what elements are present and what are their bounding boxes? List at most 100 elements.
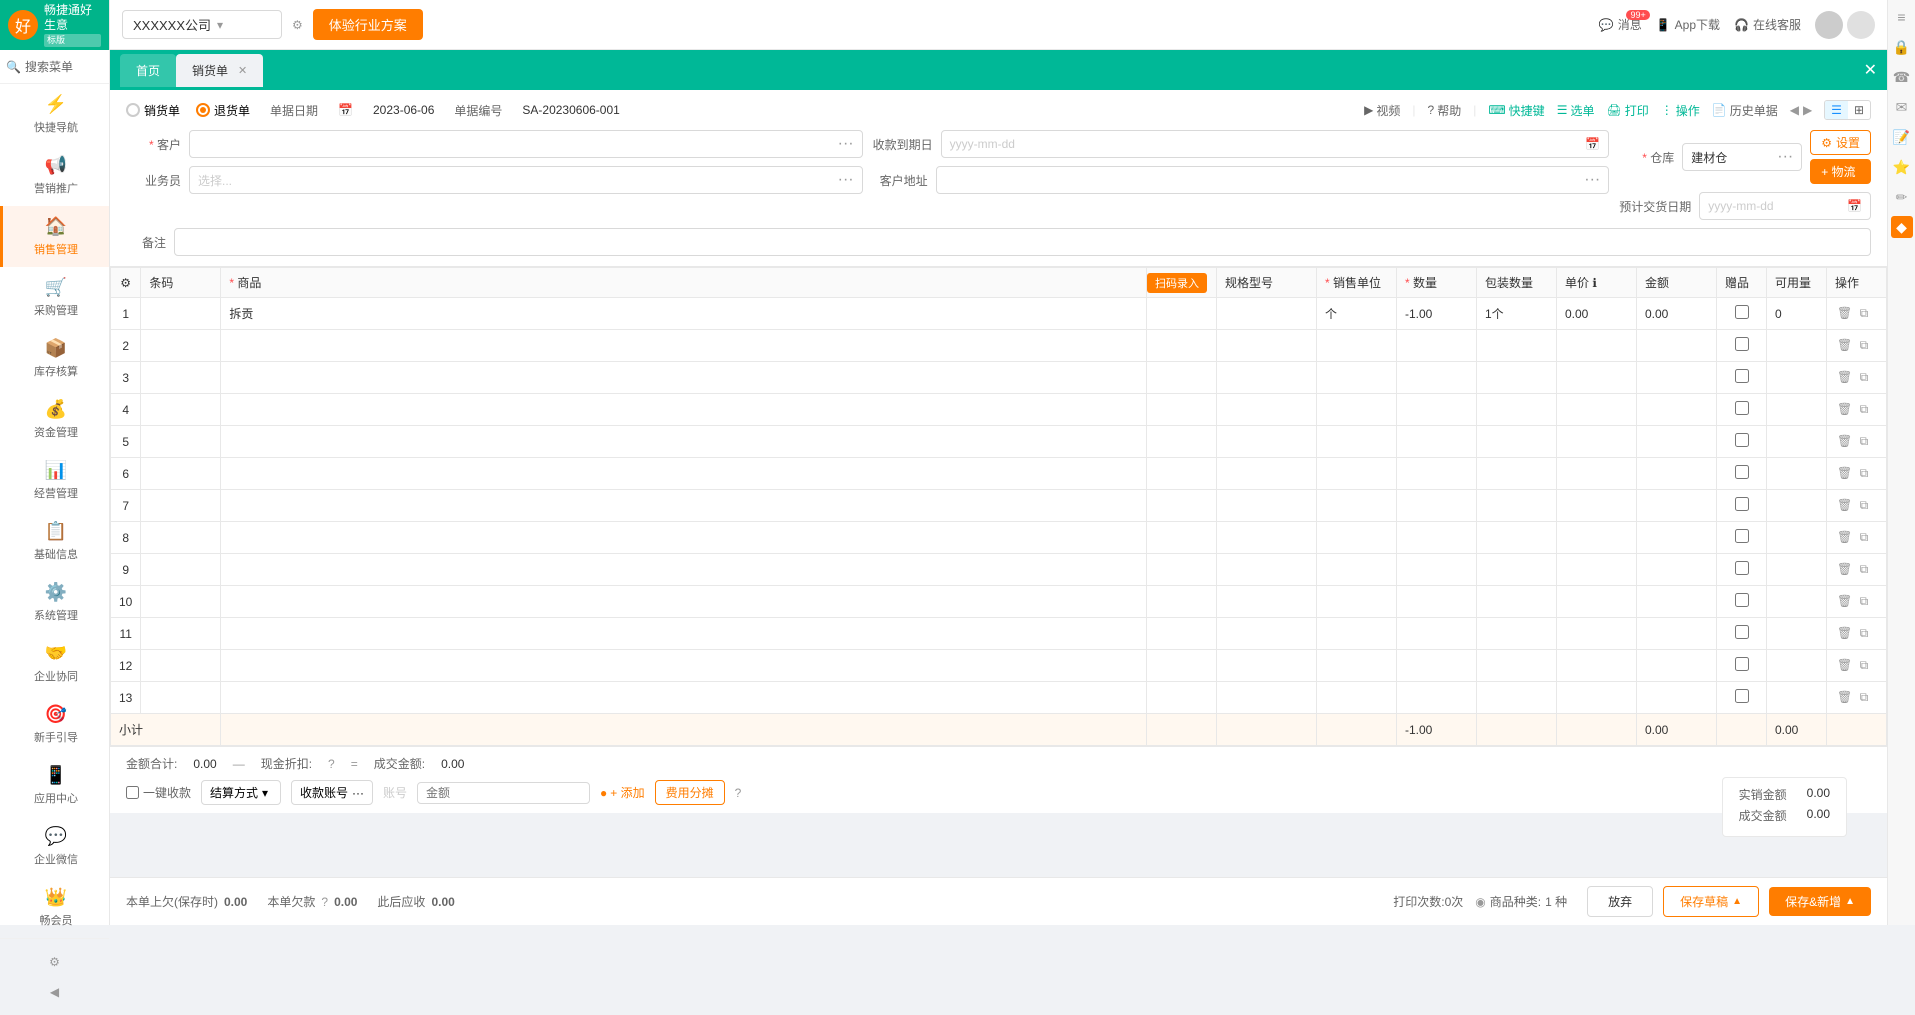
delete-icon[interactable]: 🗑 [1837, 402, 1852, 416]
user-avatar2[interactable] [1847, 11, 1875, 39]
cell-quantity[interactable] [1397, 682, 1477, 714]
cell-barcode[interactable] [141, 394, 221, 426]
cell-unit[interactable] [1317, 458, 1397, 490]
th-settings[interactable]: ⚙ [111, 268, 141, 298]
cell-amount[interactable] [1637, 522, 1717, 554]
expected-date-input[interactable]: yyyy-mm-dd 📅 [1699, 192, 1871, 220]
toolbar-print[interactable]: 🖨 打印 [1606, 102, 1648, 119]
search-menu[interactable]: 🔍 搜索菜单 [0, 50, 109, 84]
cell-pack-qty[interactable] [1477, 394, 1557, 426]
delete-icon[interactable]: 🗑 [1837, 498, 1852, 512]
cell-amount[interactable]: 0.00 [1637, 298, 1717, 330]
copy-icon[interactable]: ⧉ [1860, 434, 1869, 448]
rp-item-7[interactable]: ✏ [1891, 186, 1913, 208]
cell-unit[interactable] [1317, 554, 1397, 586]
rp-item-4[interactable]: ✉ [1891, 96, 1913, 118]
cell-pack-qty[interactable] [1477, 330, 1557, 362]
cell-pack-qty[interactable] [1477, 618, 1557, 650]
cell-amount[interactable] [1637, 650, 1717, 682]
cell-barcode[interactable] [141, 554, 221, 586]
cell-amount[interactable] [1637, 554, 1717, 586]
cell-product[interactable] [221, 554, 1147, 586]
sidebar-item-member[interactable]: 👑畅会员 [0, 877, 109, 938]
cell-unit[interactable] [1317, 682, 1397, 714]
cell-spec[interactable] [1217, 682, 1317, 714]
sidebar-item-guide[interactable]: 🎯新手引导 [0, 694, 109, 755]
cell-unit[interactable] [1317, 650, 1397, 682]
one-click-pay-checkbox[interactable]: 一键收款 [126, 784, 191, 801]
app-download-btn[interactable]: 📱 App下载 [1656, 16, 1720, 33]
user-avatar[interactable] [1815, 11, 1843, 39]
cell-quantity[interactable] [1397, 650, 1477, 682]
cell-barcode[interactable] [141, 362, 221, 394]
cell-quantity[interactable] [1397, 426, 1477, 458]
copy-icon[interactable]: ⧉ [1860, 594, 1869, 608]
copy-icon[interactable]: ⧉ [1860, 498, 1869, 512]
toolbar-operation[interactable]: ⋮ 操作 [1661, 102, 1700, 119]
cell-quantity[interactable] [1397, 522, 1477, 554]
delete-icon[interactable]: 🗑 [1837, 466, 1852, 480]
tab-home[interactable]: 首页 [120, 54, 176, 87]
cell-barcode[interactable] [141, 298, 221, 330]
cell-barcode[interactable] [141, 682, 221, 714]
logistics-btn[interactable]: + 物流 [1810, 159, 1871, 184]
cell-unit-price[interactable] [1557, 682, 1637, 714]
toolbar-filter[interactable]: ☰ 选单 [1557, 102, 1595, 119]
delete-icon[interactable]: 🗑 [1837, 434, 1852, 448]
discard-btn[interactable]: 放弃 [1587, 886, 1653, 917]
cell-barcode[interactable] [141, 618, 221, 650]
warehouse-input[interactable]: 建材仓 ··· [1682, 143, 1802, 171]
split-help[interactable]: ? [735, 786, 742, 800]
copy-icon[interactable]: ⧉ [1860, 306, 1869, 320]
gear-settings[interactable]: ⚙ [292, 18, 303, 32]
payment-amount-input[interactable] [417, 782, 590, 804]
salesperson-input[interactable]: 选择... ··· [189, 166, 863, 194]
tab-close-icon[interactable]: ✕ [238, 64, 247, 77]
cell-quantity[interactable] [1397, 618, 1477, 650]
cell-unit[interactable] [1317, 618, 1397, 650]
cell-barcode[interactable] [141, 490, 221, 522]
cell-pack-qty[interactable] [1477, 554, 1557, 586]
cell-unit-price[interactable] [1557, 426, 1637, 458]
cell-spec[interactable] [1217, 362, 1317, 394]
cell-unit[interactable] [1317, 586, 1397, 618]
cell-barcode[interactable] [141, 426, 221, 458]
cell-product[interactable] [221, 458, 1147, 490]
delete-icon[interactable]: 🗑 [1837, 594, 1852, 608]
cell-amount[interactable] [1637, 458, 1717, 490]
cell-product[interactable] [221, 650, 1147, 682]
toolbar-help[interactable]: ? 帮助 [1428, 102, 1462, 119]
sidebar-item-operation[interactable]: 📊经营管理 [0, 450, 109, 511]
rp-item-5[interactable]: 📝 [1891, 126, 1913, 148]
copy-icon[interactable]: ⧉ [1860, 626, 1869, 640]
cell-unit[interactable] [1317, 362, 1397, 394]
cell-pack-qty[interactable] [1477, 426, 1557, 458]
cell-gift[interactable] [1717, 330, 1767, 362]
cell-gift[interactable] [1717, 586, 1767, 618]
cell-amount[interactable] [1637, 330, 1717, 362]
copy-icon[interactable]: ⧉ [1860, 690, 1869, 704]
cell-gift[interactable] [1717, 618, 1767, 650]
cell-quantity[interactable]: -1.00 [1397, 298, 1477, 330]
sidebar-item-marketing[interactable]: 📢营销推广 [0, 145, 109, 206]
copy-icon[interactable]: ⧉ [1860, 658, 1869, 672]
cell-amount[interactable] [1637, 682, 1717, 714]
sidebar-item-basic-info[interactable]: 📋基础信息 [0, 511, 109, 572]
cell-product[interactable] [221, 362, 1147, 394]
cell-product[interactable] [221, 586, 1147, 618]
cell-unit[interactable] [1317, 330, 1397, 362]
cell-unit-price[interactable] [1557, 458, 1637, 490]
debt-help[interactable]: ? [321, 895, 328, 909]
cell-unit-price[interactable] [1557, 618, 1637, 650]
cell-gift[interactable] [1717, 490, 1767, 522]
cell-unit-price[interactable] [1557, 330, 1637, 362]
cell-barcode[interactable] [141, 330, 221, 362]
sidebar-settings[interactable]: ⚙ [0, 947, 109, 977]
cell-unit-price[interactable] [1557, 554, 1637, 586]
copy-icon[interactable]: ⧉ [1860, 370, 1869, 384]
cell-gift[interactable] [1717, 394, 1767, 426]
cell-quantity[interactable] [1397, 554, 1477, 586]
copy-icon[interactable]: ⧉ [1860, 338, 1869, 352]
cell-amount[interactable] [1637, 362, 1717, 394]
nav-prev[interactable]: ◀ [1790, 103, 1799, 117]
